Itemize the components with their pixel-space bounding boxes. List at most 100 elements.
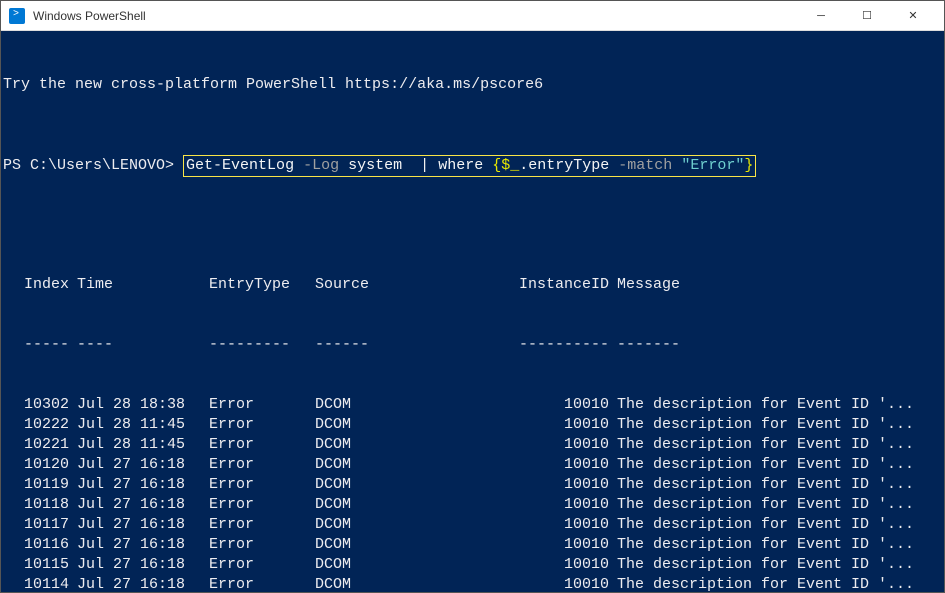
cell-time: Jul 28 11:45	[77, 435, 209, 455]
cell-index: 10115	[3, 555, 77, 575]
table-header: IndexTimeEntryTypeSourceInstanceIDMessag…	[3, 275, 942, 295]
terminal-area[interactable]: Try the new cross-platform PowerShell ht…	[1, 31, 944, 592]
cell-source: DCOM	[315, 495, 519, 515]
table-row: 10114Jul 27 16:18ErrorDCOM10010The descr…	[3, 575, 942, 592]
cell-source: DCOM	[315, 555, 519, 575]
brace-close: }	[744, 157, 753, 174]
header-source: Source	[315, 275, 519, 295]
var: $_	[501, 157, 519, 174]
cell-instance: 10010	[519, 535, 617, 555]
header-message: Message	[617, 275, 942, 295]
cell-time: Jul 27 16:18	[77, 555, 209, 575]
cell-message: The description for Event ID '...	[617, 495, 942, 515]
header-time: Time	[77, 275, 209, 295]
cell-index: 10221	[3, 435, 77, 455]
output-table: IndexTimeEntryTypeSourceInstanceIDMessag…	[3, 235, 942, 592]
cell-type: Error	[209, 575, 315, 592]
window-controls: ─ ☐ ✕	[798, 1, 936, 31]
cell-index: 10302	[3, 395, 77, 415]
cell-index: 10222	[3, 415, 77, 435]
cell-time: Jul 28 11:45	[77, 415, 209, 435]
cell-instance: 10010	[519, 415, 617, 435]
cell-message: The description for Event ID '...	[617, 435, 942, 455]
cell-type: Error	[209, 475, 315, 495]
command-highlight: Get-EventLog -Log system | where {$_.ent…	[183, 155, 756, 177]
table-row: 10119Jul 27 16:18ErrorDCOM10010The descr…	[3, 475, 942, 495]
cell-index: 10114	[3, 575, 77, 592]
cell-instance: 10010	[519, 555, 617, 575]
cell-time: Jul 27 16:18	[77, 515, 209, 535]
cell-index: 10120	[3, 455, 77, 475]
cell-message: The description for Event ID '...	[617, 515, 942, 535]
table-row: 10115Jul 27 16:18ErrorDCOM10010The descr…	[3, 555, 942, 575]
cell-time: Jul 27 16:18	[77, 475, 209, 495]
table-row: 10221Jul 28 11:45ErrorDCOM10010The descr…	[3, 435, 942, 455]
cell-source: DCOM	[315, 515, 519, 535]
cell-message: The description for Event ID '...	[617, 415, 942, 435]
cell-instance: 10010	[519, 435, 617, 455]
cell-source: DCOM	[315, 435, 519, 455]
window-title: Windows PowerShell	[33, 9, 798, 23]
table-row: 10118Jul 27 16:18ErrorDCOM10010The descr…	[3, 495, 942, 515]
prompt-line: PS C:\Users\LENOVO> Get-EventLog -Log sy…	[3, 155, 942, 177]
powershell-icon	[9, 8, 25, 24]
minimize-button[interactable]: ─	[798, 1, 844, 31]
op: -match	[618, 157, 672, 174]
cell-index: 10117	[3, 515, 77, 535]
prompt: PS C:\Users\LENOVO>	[3, 157, 174, 174]
cell-time: Jul 27 16:18	[77, 535, 209, 555]
cell-message: The description for Event ID '...	[617, 555, 942, 575]
pipe: |	[420, 157, 429, 174]
cell-message: The description for Event ID '...	[617, 395, 942, 415]
cell-message: The description for Event ID '...	[617, 455, 942, 475]
cell-source: DCOM	[315, 415, 519, 435]
table-row: 10222Jul 28 11:45ErrorDCOM10010The descr…	[3, 415, 942, 435]
table-dashes: ----------------------------------------…	[3, 335, 942, 355]
table-row: 10116Jul 27 16:18ErrorDCOM10010The descr…	[3, 535, 942, 555]
cell-type: Error	[209, 395, 315, 415]
cell-time: Jul 27 16:18	[77, 455, 209, 475]
cell-instance: 10010	[519, 475, 617, 495]
cell-source: DCOM	[315, 535, 519, 555]
val: "Error"	[681, 157, 744, 174]
cell-message: The description for Event ID '...	[617, 475, 942, 495]
brace-open: {	[492, 157, 501, 174]
cell-type: Error	[209, 435, 315, 455]
cell-source: DCOM	[315, 575, 519, 592]
where: where	[438, 157, 483, 174]
cell-instance: 10010	[519, 495, 617, 515]
table-row: 10120Jul 27 16:18ErrorDCOM10010The descr…	[3, 455, 942, 475]
arg: system	[348, 157, 402, 174]
cell-time: Jul 28 18:38	[77, 395, 209, 415]
cell-type: Error	[209, 555, 315, 575]
cell-time: Jul 27 16:18	[77, 575, 209, 592]
cell-type: Error	[209, 455, 315, 475]
cmdlet: Get-EventLog	[186, 157, 294, 174]
cell-index: 10118	[3, 495, 77, 515]
cell-instance: 10010	[519, 395, 617, 415]
cell-type: Error	[209, 535, 315, 555]
cell-index: 10119	[3, 475, 77, 495]
cell-type: Error	[209, 515, 315, 535]
close-button[interactable]: ✕	[890, 1, 936, 31]
cell-message: The description for Event ID '...	[617, 535, 942, 555]
powershell-window: Windows PowerShell ─ ☐ ✕ Try the new cro…	[0, 0, 945, 593]
header-index: Index	[3, 275, 77, 295]
cell-source: DCOM	[315, 475, 519, 495]
header-instance: InstanceID	[519, 275, 617, 295]
titlebar[interactable]: Windows PowerShell ─ ☐ ✕	[1, 1, 944, 31]
param: -Log	[303, 157, 339, 174]
header-type: EntryType	[209, 275, 315, 295]
hint-text: Try the new cross-platform PowerShell ht…	[3, 75, 942, 95]
cell-instance: 10010	[519, 515, 617, 535]
cell-source: DCOM	[315, 395, 519, 415]
cell-type: Error	[209, 415, 315, 435]
cell-type: Error	[209, 495, 315, 515]
cell-instance: 10010	[519, 455, 617, 475]
cell-message: The description for Event ID '...	[617, 575, 942, 592]
cell-source: DCOM	[315, 455, 519, 475]
table-row: 10117Jul 27 16:18ErrorDCOM10010The descr…	[3, 515, 942, 535]
maximize-button[interactable]: ☐	[844, 1, 890, 31]
cell-instance: 10010	[519, 575, 617, 592]
table-row: 10302Jul 28 18:38ErrorDCOM10010The descr…	[3, 395, 942, 415]
